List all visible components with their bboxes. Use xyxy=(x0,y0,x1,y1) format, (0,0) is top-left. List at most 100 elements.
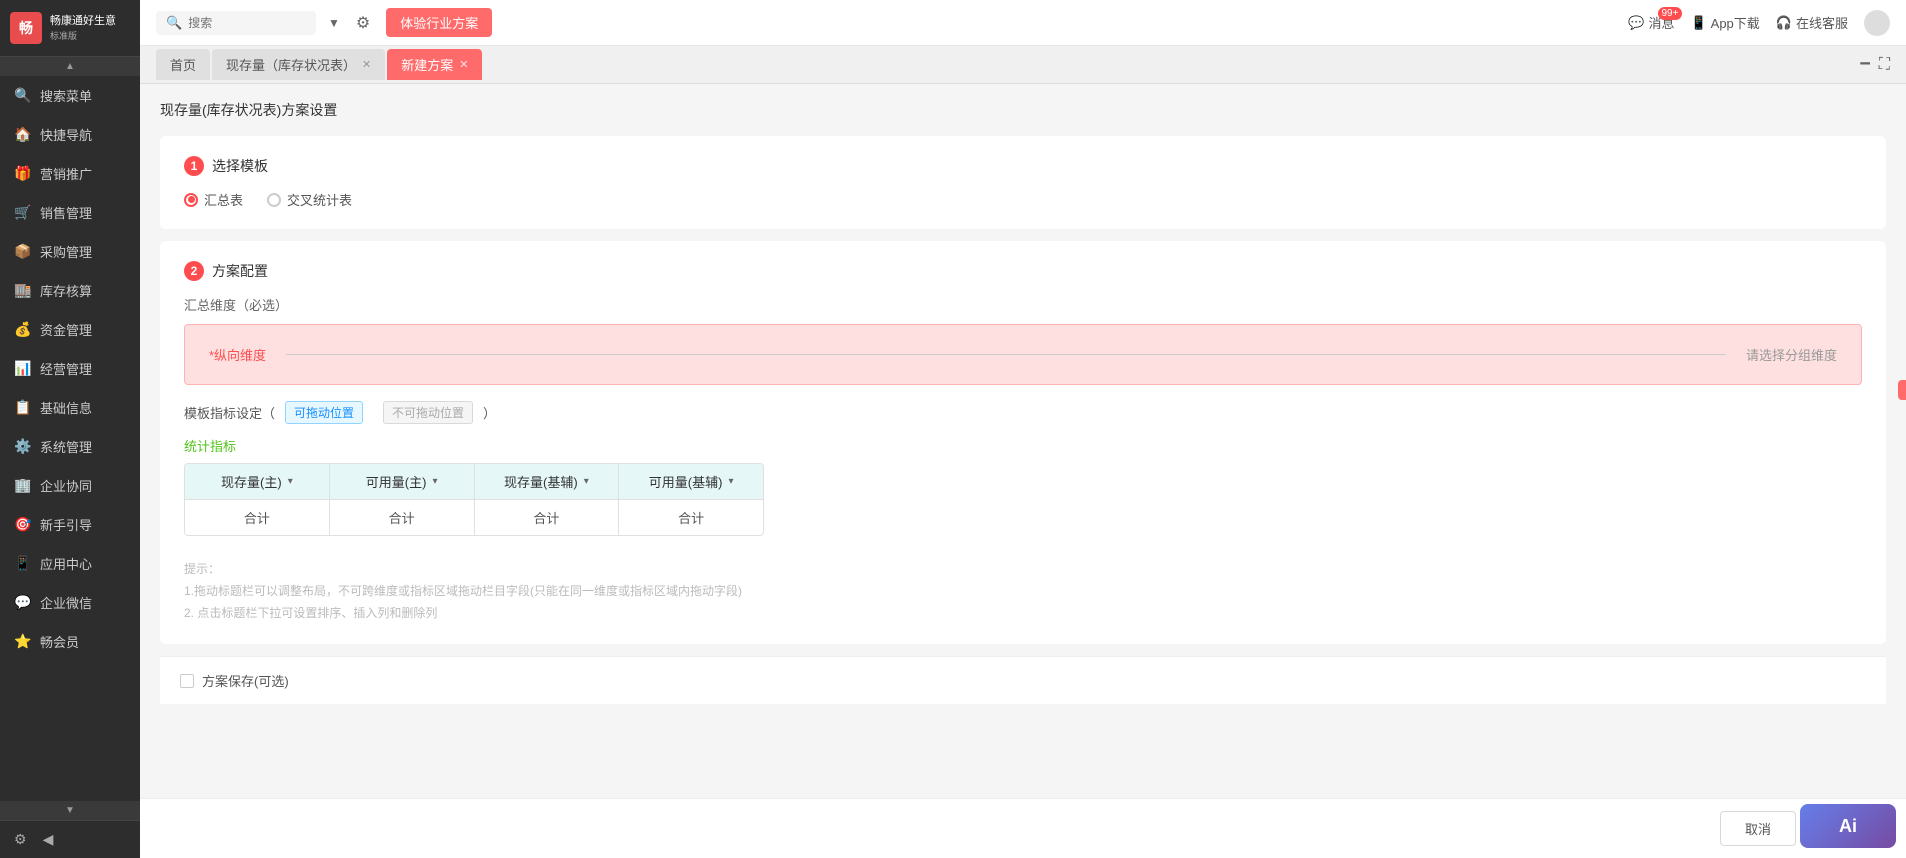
sidebar-item-label: 新手引导 xyxy=(40,515,92,534)
cancel-button[interactable]: 取消 xyxy=(1720,811,1796,846)
save-checkbox[interactable] xyxy=(180,674,194,688)
tab-new-plan-close[interactable]: ✕ xyxy=(459,58,468,71)
newuser-icon: 🎯 xyxy=(14,516,32,534)
sidebar-item-label: 系统管理 xyxy=(40,437,92,456)
sidebar-item-search[interactable]: 🔍 搜索菜单 xyxy=(0,76,140,115)
sidebar-scroll-down[interactable]: ▼ xyxy=(0,801,140,820)
dimension-box[interactable]: *纵向维度 请选择分组维度 xyxy=(184,324,1862,385)
stats-col-2[interactable]: 可用量(主) ▾ xyxy=(330,464,475,499)
topbar: 🔍 ▼ ⚙ 体验行业方案 💬 消息 99+ 📱 App下载 🎧 在线客服 xyxy=(140,0,1906,46)
app-download-label: App下载 xyxy=(1711,13,1760,32)
sidebar-item-label: 畅会员 xyxy=(40,632,79,651)
sidebar-item-label: 搜索菜单 xyxy=(40,86,92,105)
stats-label: 统计指标 xyxy=(184,436,1862,455)
sidebar-item-enterprise[interactable]: 🏢 企业协同 xyxy=(0,466,140,505)
tips-item-1: 1.拖动标题栏可以调整布局，不可跨维度或指标区域拖动栏目字段(只能在同一维度或指… xyxy=(184,581,1862,603)
tab-new-plan[interactable]: 新建方案 ✕ xyxy=(387,49,482,80)
tab-home[interactable]: 首页 xyxy=(156,49,210,80)
sidebar-item-appcenter[interactable]: 📱 应用中心 xyxy=(0,544,140,583)
collapse-icon[interactable]: ◀ xyxy=(43,831,54,848)
message-badge: 99+ xyxy=(1658,7,1683,20)
settings-icon[interactable]: ⚙ xyxy=(14,831,27,848)
stats-col-1[interactable]: 现存量(主) ▾ xyxy=(185,464,330,499)
stats-table: 现存量(主) ▾ 可用量(主) ▾ 现存量(基辅) ▾ 可用量(基辅) ▾ xyxy=(184,463,764,536)
online-service-label: 在线客服 xyxy=(1796,13,1848,32)
radio-cross[interactable]: 交叉统计表 xyxy=(267,190,352,209)
sidebar-scroll-up[interactable]: ▲ xyxy=(0,57,140,76)
sidebar-item-label: 经营管理 xyxy=(40,359,92,378)
phone-icon: 📱 xyxy=(1690,15,1706,31)
step1-number: 1 xyxy=(184,156,204,176)
col-3-dropdown-icon[interactable]: ▾ xyxy=(584,476,589,487)
col-2-dropdown-icon[interactable]: ▾ xyxy=(432,476,437,487)
tabs-bar: 首页 现存量（库存状况表） ✕ 新建方案 ✕ 🗕 ⛶ xyxy=(140,46,1906,84)
sidebar-item-label: 营销推广 xyxy=(40,164,92,183)
topbar-dropdown[interactable]: ▼ xyxy=(328,16,340,30)
appcenter-icon: 📱 xyxy=(14,555,32,573)
tips-item-2: 2. 点击标题栏下拉可设置排序、插入列和删除列 xyxy=(184,603,1862,625)
operations-icon: 📊 xyxy=(14,360,32,378)
purchase-icon: 📦 xyxy=(14,243,32,261)
indicator-setting-row: 模板指标设定（ 可拖动位置 不可拖动位置 ） xyxy=(184,401,1862,424)
stats-table-row: 合计 合计 合计 合计 xyxy=(185,500,763,535)
save-label: 方案保存(可选) xyxy=(202,671,289,690)
col-4-dropdown-icon[interactable]: ▾ xyxy=(728,476,733,487)
radio-summary[interactable]: 汇总表 xyxy=(184,190,243,209)
right-edge-widget[interactable] xyxy=(1898,380,1906,400)
sidebar-item-operations[interactable]: 📊 经营管理 xyxy=(0,349,140,388)
topbar-gear-icon[interactable]: ⚙ xyxy=(356,13,370,33)
tips-title: 提示： xyxy=(184,560,1862,577)
user-avatar[interactable] xyxy=(1864,10,1890,36)
search-menu-icon: 🔍 xyxy=(14,87,32,105)
ai-widget[interactable]: Ai xyxy=(1800,804,1896,848)
sidebar-item-quicknav[interactable]: 🏠 快捷导航 xyxy=(0,115,140,154)
step1-header: 1 选择模板 xyxy=(184,156,1862,176)
stats-col-4[interactable]: 可用量(基辅) ▾ xyxy=(619,464,763,499)
expand-icon[interactable]: ⛶ xyxy=(1879,56,1890,74)
wechat-icon: 💬 xyxy=(14,594,32,612)
trial-button[interactable]: 体验行业方案 xyxy=(386,8,492,37)
sidebar-item-sales[interactable]: 🛒 销售管理 xyxy=(0,193,140,232)
action-bar: 取消 查询 xyxy=(140,798,1906,858)
stats-col-4-label: 可用量(基辅) xyxy=(649,472,723,491)
stats-col-1-label: 现存量(主) xyxy=(221,472,282,491)
tab-inventory[interactable]: 现存量（库存状况表） ✕ xyxy=(212,49,385,80)
tab-inventory-close[interactable]: ✕ xyxy=(362,58,371,71)
stats-col-2-label: 可用量(主) xyxy=(366,472,427,491)
sidebar-item-label: 基础信息 xyxy=(40,398,92,417)
headset-icon: 🎧 xyxy=(1776,15,1792,31)
tab-new-plan-label: 新建方案 xyxy=(401,55,453,74)
minimize-icon[interactable]: 🗕 xyxy=(1859,51,1870,78)
sidebar-item-basic[interactable]: 📋 基础信息 xyxy=(0,388,140,427)
sidebar-item-member[interactable]: ⭐ 畅会员 xyxy=(0,622,140,661)
sidebar-item-wechat[interactable]: 💬 企业微信 xyxy=(0,583,140,622)
stats-col-3-label: 现存量(基辅) xyxy=(504,472,578,491)
sidebar-item-finance[interactable]: 💰 资金管理 xyxy=(0,310,140,349)
col-1-dropdown-icon[interactable]: ▾ xyxy=(288,476,293,487)
step2-header: 2 方案配置 xyxy=(184,261,1862,281)
online-service-item[interactable]: 🎧 在线客服 xyxy=(1776,13,1848,32)
dropdown-arrow-icon: ▼ xyxy=(328,16,340,30)
sidebar-item-newuser[interactable]: 🎯 新手引导 xyxy=(0,505,140,544)
sidebar-item-purchase[interactable]: 📦 采购管理 xyxy=(0,232,140,271)
app-download-item[interactable]: 📱 App下载 xyxy=(1690,13,1759,32)
section-step1: 1 选择模板 汇总表 交叉统计表 xyxy=(160,136,1886,229)
topbar-search-input[interactable] xyxy=(188,16,288,30)
sidebar-item-label: 采购管理 xyxy=(40,242,92,261)
marketing-icon: 🎁 xyxy=(14,165,32,183)
tab-home-label: 首页 xyxy=(170,55,196,74)
sales-icon: 🛒 xyxy=(14,204,32,222)
sidebar-bottom: ⚙ ◀ xyxy=(0,820,140,858)
stats-col-3[interactable]: 现存量(基辅) ▾ xyxy=(475,464,620,499)
sidebar-nav: 🔍 搜索菜单 🏠 快捷导航 🎁 营销推广 🛒 销售管理 📦 采购管理 🏬 库存核… xyxy=(0,76,140,801)
sidebar-item-system[interactable]: ⚙️ 系统管理 xyxy=(0,427,140,466)
save-row: 方案保存(可选) xyxy=(160,656,1886,704)
quicknav-icon: 🏠 xyxy=(14,126,32,144)
logo-text-area: 畅康通好生意 标准版 xyxy=(50,14,116,42)
sidebar-item-marketing[interactable]: 🎁 营销推广 xyxy=(0,154,140,193)
indicator-setting-label: 模板指标设定（ xyxy=(184,403,275,422)
sidebar-item-inventory[interactable]: 🏬 库存核算 xyxy=(0,271,140,310)
stats-table-header: 现存量(主) ▾ 可用量(主) ▾ 现存量(基辅) ▾ 可用量(基辅) ▾ xyxy=(185,464,763,500)
message-icon: 💬 xyxy=(1628,15,1644,31)
message-item[interactable]: 💬 消息 99+ xyxy=(1628,13,1674,32)
